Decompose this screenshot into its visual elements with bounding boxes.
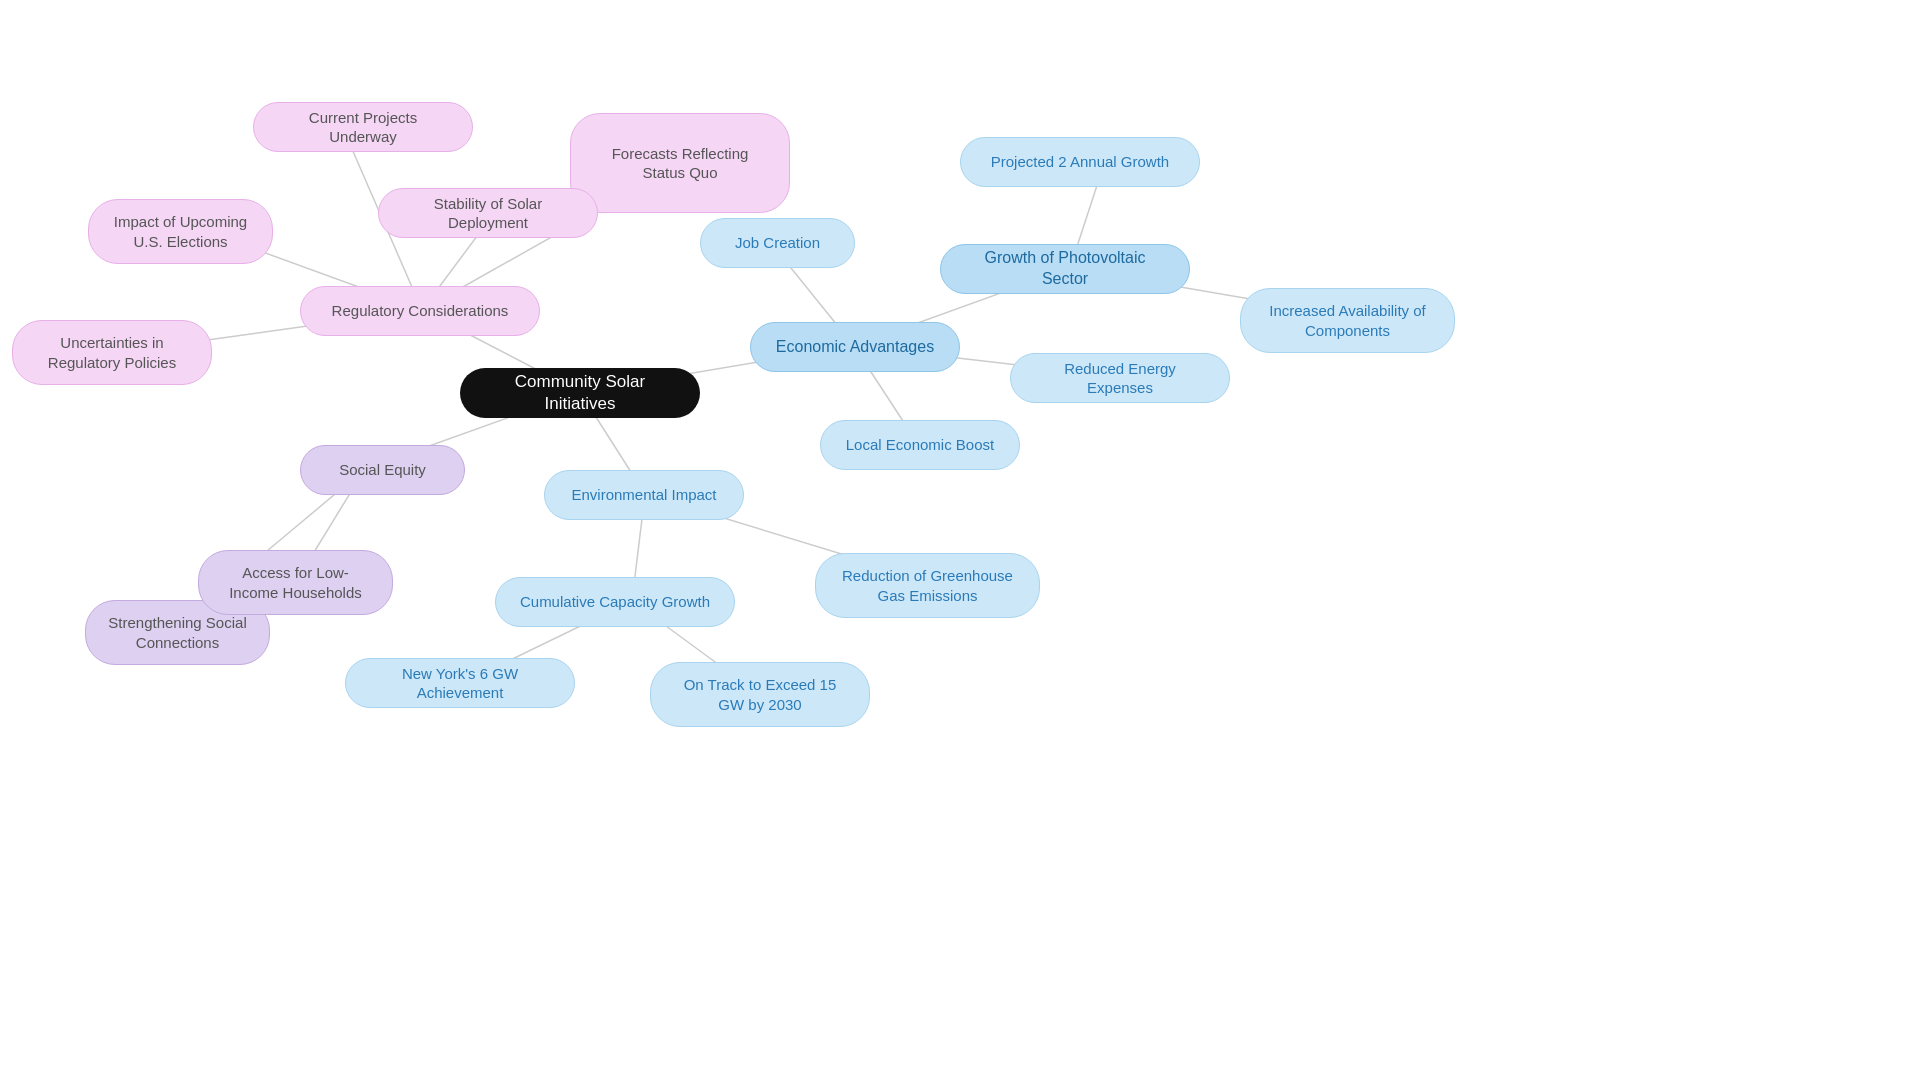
uncertainties-node: Uncertainties in Regulatory Policies (12, 320, 212, 385)
environmental-impact-node: Environmental Impact (544, 470, 744, 520)
center-node: Community Solar Initiatives (460, 368, 700, 418)
current-projects-node: Current Projects Underway (253, 102, 473, 152)
on-track-node: On Track to Exceed 15 GW by 2030 (650, 662, 870, 727)
impact-elections-node: Impact of Upcoming U.S. Elections (88, 199, 273, 264)
reduced-energy-node: Reduced Energy Expenses (1010, 353, 1230, 403)
local-economic-node: Local Economic Boost (820, 420, 1020, 470)
increased-availability-node: Increased Availability of Components (1240, 288, 1455, 353)
stability-node: Stability of Solar Deployment (378, 188, 598, 238)
forecasts-node: Forecasts Reflecting Status Quo (570, 113, 790, 213)
growth-pv-node: Growth of Photovoltaic Sector (940, 244, 1190, 294)
economic-advantages-node: Economic Advantages (750, 322, 960, 372)
projected-growth-node: Projected 2 Annual Growth (960, 137, 1200, 187)
new-york-node: New York's 6 GW Achievement (345, 658, 575, 708)
cumulative-capacity-node: Cumulative Capacity Growth (495, 577, 735, 627)
social-equity-node: Social Equity (300, 445, 465, 495)
reduction-ghg-node: Reduction of Greenhouse Gas Emissions (815, 553, 1040, 618)
job-creation-node: Job Creation (700, 218, 855, 268)
access-low-income-node: Access for Low-Income Households (198, 550, 393, 615)
regulatory-considerations-node: Regulatory Considerations (300, 286, 540, 336)
